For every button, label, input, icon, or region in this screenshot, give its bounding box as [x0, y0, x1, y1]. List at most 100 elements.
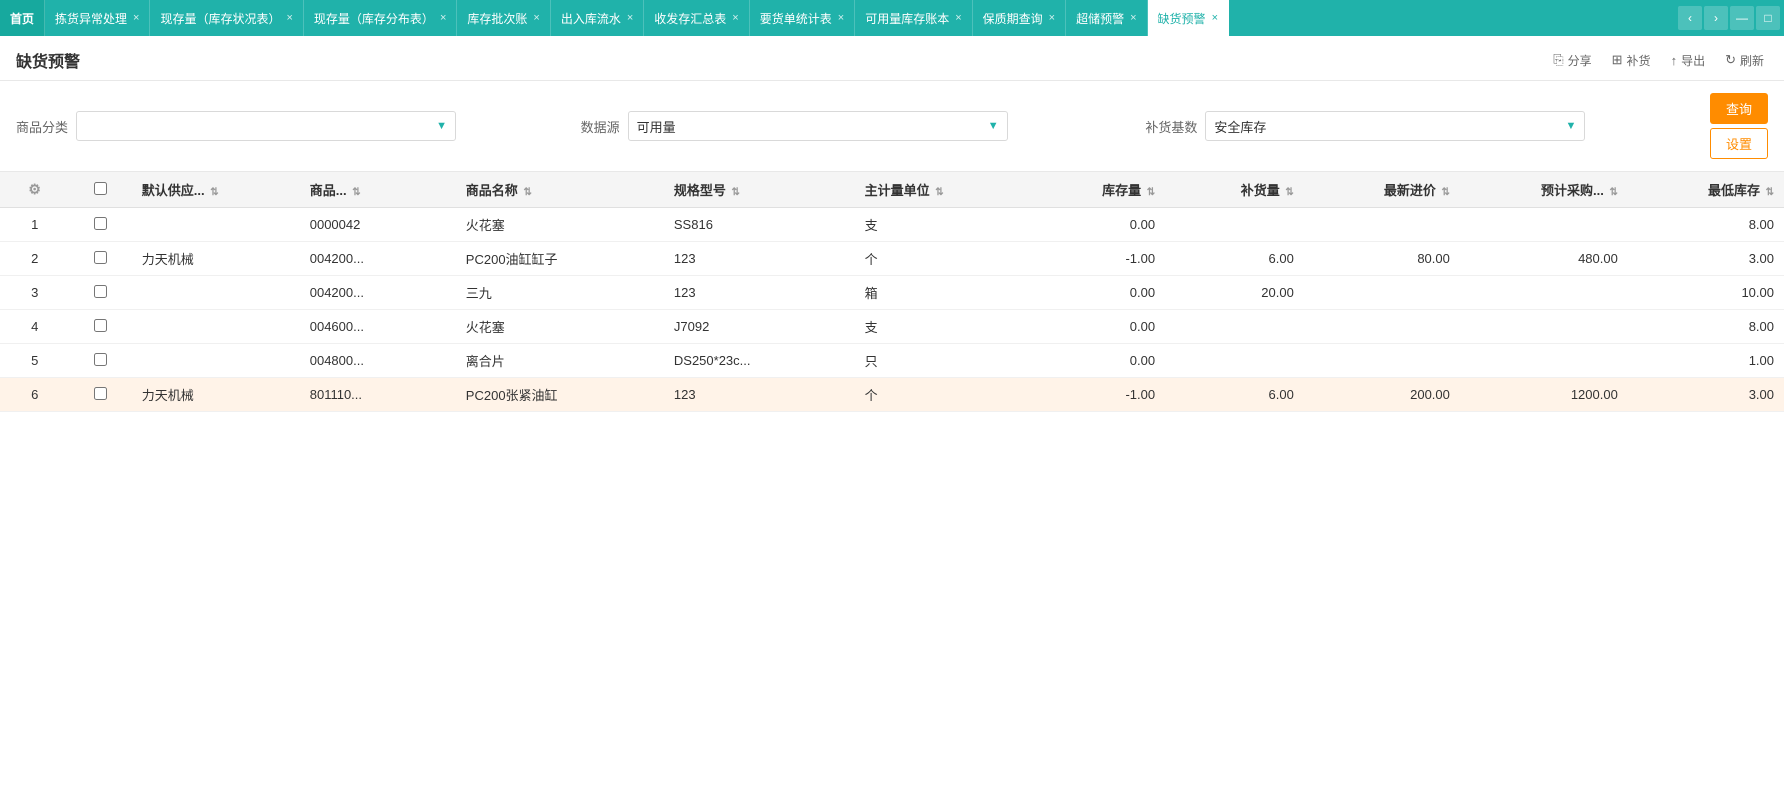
select-all-checkbox[interactable] — [94, 182, 107, 195]
cell-index: 1 — [0, 208, 69, 242]
col-header-unit[interactable]: 主计量单位 ⇅ — [855, 172, 1027, 208]
col-header-price[interactable]: 最新进价 ⇅ — [1304, 172, 1460, 208]
tab-overstock-close[interactable]: × — [1130, 12, 1136, 24]
tab-home-label: 首页 — [10, 10, 34, 27]
row-checkbox[interactable] — [94, 353, 107, 366]
cell-index: 5 — [0, 344, 69, 378]
col-minstock-label: 最低库存 — [1708, 183, 1760, 198]
tab-inventory-status[interactable]: 现存量（库存状况表） × — [150, 0, 303, 36]
cell-supplier: 力天机械 — [132, 378, 300, 412]
stock-sort-icon: ⇅ — [1147, 187, 1155, 198]
row-checkbox[interactable] — [94, 251, 107, 264]
col-header-name[interactable]: 商品名称 ⇅ — [456, 172, 664, 208]
cell-price — [1304, 208, 1460, 242]
table-row: 2 力天机械 004200... PC200油缸缸子 123 个 -1.00 6… — [0, 242, 1784, 276]
cell-restock — [1165, 310, 1304, 344]
col-header-stock[interactable]: 库存量 ⇅ — [1026, 172, 1165, 208]
tab-in-out-flow[interactable]: 出入库流水 × — [551, 0, 644, 36]
cell-minstock: 3.00 — [1628, 378, 1784, 412]
gear-icon[interactable]: ⚙ — [28, 181, 41, 198]
restock-basis-value: 安全库存 — [1214, 117, 1565, 136]
tab-in-out-flow-label: 出入库流水 — [561, 10, 621, 27]
tab-home[interactable]: 首页 — [0, 0, 45, 36]
cell-restock: 6.00 — [1165, 378, 1304, 412]
tab-next-button[interactable]: › — [1704, 6, 1728, 30]
restock-basis-chevron-icon: ▼ — [1565, 120, 1576, 132]
filter-row: 商品分类 ▼ 数据源 可用量 ▼ 补货基数 安全库存 ▼ 查询 设置 — [0, 81, 1784, 172]
tab-shortage-label: 缺货预警 — [1158, 10, 1206, 27]
cell-check[interactable] — [69, 242, 131, 276]
window-minimize-button[interactable]: — — [1730, 6, 1754, 30]
export-icon: ↑ — [1671, 53, 1678, 68]
cell-supplier — [132, 310, 300, 344]
table-row: 3 004200... 三九 123 箱 0.00 20.00 10.00 — [0, 276, 1784, 310]
tab-order-stat-close[interactable]: × — [838, 12, 844, 24]
tab-in-out-flow-close[interactable]: × — [627, 12, 633, 24]
col-header-forecast[interactable]: 预计采购... ⇅ — [1460, 172, 1628, 208]
col-header-gear[interactable]: ⚙ — [0, 172, 69, 208]
cell-check[interactable] — [69, 344, 131, 378]
tab-overstock[interactable]: 超储预警 × — [1066, 0, 1147, 36]
window-maximize-button[interactable]: □ — [1756, 6, 1780, 30]
export-label: 导出 — [1681, 52, 1705, 69]
cell-minstock: 1.00 — [1628, 344, 1784, 378]
col-header-minstock[interactable]: 最低库存 ⇅ — [1628, 172, 1784, 208]
tab-batch-account[interactable]: 库存批次账 × — [457, 0, 550, 36]
tab-nav-buttons: ‹ › — □ — [1678, 6, 1784, 30]
tab-overstock-label: 超储预警 — [1076, 10, 1124, 27]
category-label: 商品分类 — [16, 117, 68, 136]
tab-available-ledger-close[interactable]: × — [955, 12, 961, 24]
col-header-code[interactable]: 商品... ⇅ — [300, 172, 456, 208]
col-header-spec[interactable]: 规格型号 ⇅ — [664, 172, 855, 208]
refresh-button[interactable]: ↻ 刷新 — [1721, 50, 1768, 71]
tab-recv-summary-close[interactable]: × — [732, 12, 738, 24]
col-supplier-label: 默认供应... — [142, 183, 205, 198]
col-header-restock[interactable]: 补货量 ⇅ — [1165, 172, 1304, 208]
row-checkbox[interactable] — [94, 285, 107, 298]
row-checkbox[interactable] — [94, 319, 107, 332]
tab-shortage-close[interactable]: × — [1212, 12, 1218, 24]
col-header-check[interactable] — [69, 172, 131, 208]
tab-batch-account-close[interactable]: × — [533, 12, 539, 24]
tab-expiry-query-label: 保质期查询 — [983, 10, 1043, 27]
query-button[interactable]: 查询 — [1710, 93, 1768, 124]
cell-check[interactable] — [69, 378, 131, 412]
restock-basis-select[interactable]: 安全库存 ▼ — [1205, 111, 1585, 141]
col-header-supplier[interactable]: 默认供应... ⇅ — [132, 172, 300, 208]
tab-available-ledger[interactable]: 可用量库存账本 × — [855, 0, 972, 36]
row-checkbox[interactable] — [94, 387, 107, 400]
restock-basis-filter-group: 补货基数 安全库存 ▼ — [1145, 111, 1690, 141]
cell-code: 004200... — [300, 276, 456, 310]
cell-forecast — [1460, 208, 1628, 242]
tab-recv-summary[interactable]: 收发存汇总表 × — [644, 0, 749, 36]
col-restock-label: 补货量 — [1241, 183, 1280, 198]
cell-supplier — [132, 208, 300, 242]
datasource-select[interactable]: 可用量 ▼ — [628, 111, 1008, 141]
tab-expiry-query[interactable]: 保质期查询 × — [973, 0, 1066, 36]
tab-abnormal-close[interactable]: × — [133, 12, 139, 24]
tab-inventory-dist[interactable]: 现存量（库存分布表） × — [304, 0, 457, 36]
cell-check[interactable] — [69, 276, 131, 310]
cell-spec: J7092 — [664, 310, 855, 344]
category-select[interactable]: ▼ — [76, 111, 456, 141]
restock-button[interactable]: ⊞ 补货 — [1608, 50, 1655, 71]
tab-expiry-query-close[interactable]: × — [1049, 12, 1055, 24]
tab-inventory-dist-close[interactable]: × — [440, 12, 446, 24]
table-header-row: ⚙ 默认供应... ⇅ 商品... ⇅ 商品名称 — [0, 172, 1784, 208]
export-button[interactable]: ↑ 导出 — [1667, 50, 1710, 71]
category-chevron-icon: ▼ — [436, 120, 447, 132]
cell-spec: 123 — [664, 242, 855, 276]
row-checkbox[interactable] — [94, 217, 107, 230]
cell-check[interactable] — [69, 310, 131, 344]
tab-prev-button[interactable]: ‹ — [1678, 6, 1702, 30]
tab-shortage[interactable]: 缺货预警 × — [1148, 0, 1229, 36]
shortage-table: ⚙ 默认供应... ⇅ 商品... ⇅ 商品名称 — [0, 172, 1784, 412]
share-button[interactable]: ⎘ 分享 — [1549, 50, 1595, 71]
tab-order-stat[interactable]: 要货单统计表 × — [750, 0, 855, 36]
page-header: 缺货预警 ⎘ 分享 ⊞ 补货 ↑ 导出 ↻ 刷新 — [0, 36, 1784, 81]
settings-button[interactable]: 设置 — [1710, 128, 1768, 159]
cell-check[interactable] — [69, 208, 131, 242]
restock-icon: ⊞ — [1612, 52, 1623, 68]
tab-inventory-status-close[interactable]: × — [286, 12, 292, 24]
tab-abnormal[interactable]: 拣货异常处理 × — [45, 0, 150, 36]
